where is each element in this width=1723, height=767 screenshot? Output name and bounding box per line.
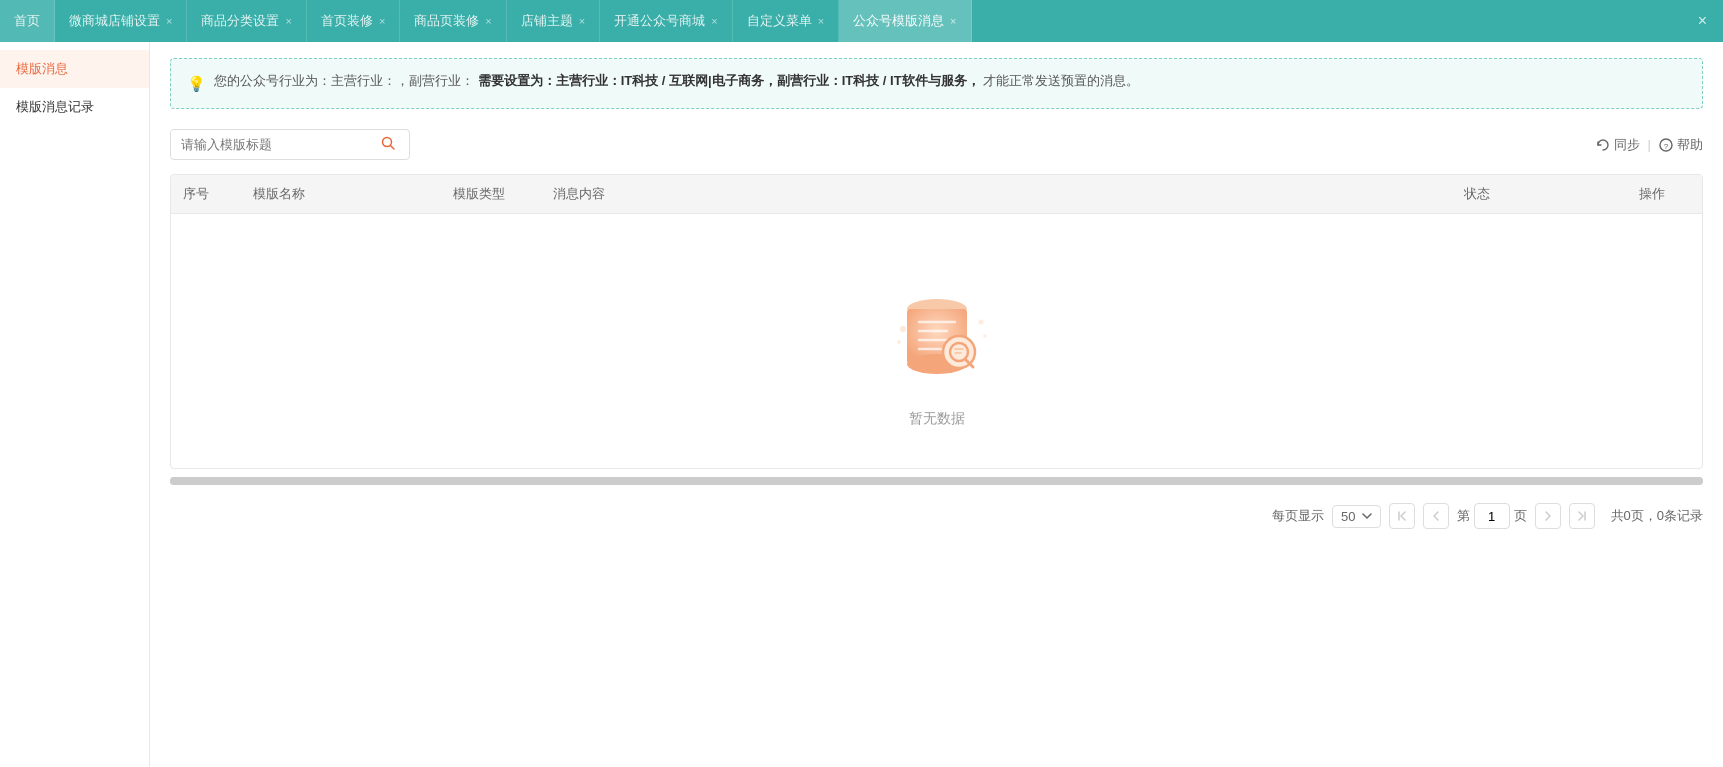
nav-tab-store-settings[interactable]: 微商城店铺设置 × xyxy=(55,0,187,42)
nav-tab-custom-menu[interactable]: 自定义菜单 × xyxy=(733,0,839,42)
help-button[interactable]: ? 帮助 xyxy=(1659,136,1703,154)
last-page-icon xyxy=(1577,511,1587,521)
th-type: 模版类型 xyxy=(441,175,541,213)
page-size-value: 50 xyxy=(1341,509,1355,524)
close-icon[interactable]: × xyxy=(950,15,956,27)
nav-tab-store-theme[interactable]: 店铺主题 × xyxy=(507,0,600,42)
top-nav: 首页 微商城店铺设置 × 商品分类设置 × 首页装修 × 商品页装修 × 店铺主… xyxy=(0,0,1723,42)
page-input-wrap: 第 页 xyxy=(1457,503,1527,529)
help-label: 帮助 xyxy=(1677,136,1703,154)
notice-text: 您的公众号行业为：主营行业：，副营行业： 需要设置为：主营行业：IT科技 / 互… xyxy=(214,71,1139,92)
th-action: 操作 xyxy=(1602,175,1702,213)
search-button[interactable] xyxy=(371,130,405,159)
nav-tab-custom-menu-label: 自定义菜单 xyxy=(747,12,812,30)
nav-tab-home-decor-label: 首页装修 xyxy=(321,12,373,30)
sync-label: 同步 xyxy=(1614,136,1640,154)
content-area: 💡 您的公众号行业为：主营行业：，副营行业： 需要设置为：主营行业：IT科技 /… xyxy=(150,42,1723,767)
prev-page-button[interactable] xyxy=(1423,503,1449,529)
nav-tab-product-decor-label: 商品页装修 xyxy=(414,12,479,30)
svg-line-1 xyxy=(391,146,395,150)
empty-state: 暂无数据 xyxy=(171,214,1702,468)
nav-tab-template-msg[interactable]: 公众号模版消息 × xyxy=(839,0,971,42)
search-actions: 同步 | ? 帮助 xyxy=(1596,136,1703,154)
sidebar-item-template-msg-records-label: 模版消息记录 xyxy=(16,99,94,114)
bulb-icon: 💡 xyxy=(187,72,206,96)
sidebar-item-template-msg-records[interactable]: 模版消息记录 xyxy=(0,88,149,126)
pagination: 每页显示 50 第 页 xyxy=(170,493,1703,533)
first-page-icon xyxy=(1397,511,1407,521)
th-status: 状态 xyxy=(1452,175,1602,213)
close-all-button[interactable]: × xyxy=(1682,12,1723,30)
notice-banner: 💡 您的公众号行业为：主营行业：，副营行业： 需要设置为：主营行业：IT科技 /… xyxy=(170,58,1703,109)
sidebar-item-template-msg-label: 模版消息 xyxy=(16,61,68,76)
empty-text: 暂无数据 xyxy=(909,410,965,428)
close-icon[interactable]: × xyxy=(379,15,385,27)
nav-tab-category-settings[interactable]: 商品分类设置 × xyxy=(187,0,306,42)
next-page-icon xyxy=(1544,511,1552,521)
close-icon[interactable]: × xyxy=(485,15,491,27)
close-icon[interactable]: × xyxy=(285,15,291,27)
nav-tab-home-label: 首页 xyxy=(14,12,40,30)
scrollbar-thumb[interactable] xyxy=(170,477,1703,485)
th-content: 消息内容 xyxy=(541,175,1452,213)
nav-tab-category-settings-label: 商品分类设置 xyxy=(201,12,279,30)
svg-point-16 xyxy=(900,326,906,332)
horizontal-scrollbar[interactable] xyxy=(170,477,1703,485)
sidebar: 模版消息 模版消息记录 xyxy=(0,42,150,767)
nav-tab-home[interactable]: 首页 xyxy=(0,0,55,42)
page-unit: 页 xyxy=(1514,507,1527,525)
svg-point-18 xyxy=(978,320,983,325)
search-row: 同步 | ? 帮助 xyxy=(170,129,1703,160)
th-seq: 序号 xyxy=(171,175,241,213)
close-icon[interactable]: × xyxy=(579,15,585,27)
last-page-button[interactable] xyxy=(1569,503,1595,529)
chevron-down-icon xyxy=(1362,512,1372,520)
nav-tab-store-theme-label: 店铺主题 xyxy=(521,12,573,30)
nav-tab-template-msg-label: 公众号模版消息 xyxy=(853,12,944,30)
nav-tab-open-public-mall-label: 开通公众号商城 xyxy=(614,12,705,30)
per-page-label: 每页显示 xyxy=(1272,507,1324,525)
prev-page-icon xyxy=(1432,511,1440,521)
notice-prefix: 您的公众号行业为：主营行业：，副营行业： xyxy=(214,73,474,88)
notice-suffix: 才能正常发送预置的消息。 xyxy=(983,73,1139,88)
divider: | xyxy=(1648,137,1651,152)
svg-point-17 xyxy=(897,340,901,344)
close-icon[interactable]: × xyxy=(818,15,824,27)
svg-text:?: ? xyxy=(1664,142,1669,151)
svg-point-19 xyxy=(983,334,987,338)
close-icon[interactable]: × xyxy=(711,15,717,27)
page-size-select[interactable]: 50 xyxy=(1332,505,1380,528)
notice-highlight: 需要设置为：主营行业：IT科技 / 互联网|电子商务，副营行业：IT科技 / I… xyxy=(478,73,980,88)
empty-illustration xyxy=(877,274,997,394)
table-header: 序号 模版名称 模版类型 消息内容 状态 操作 xyxy=(171,175,1702,214)
first-page-button[interactable] xyxy=(1389,503,1415,529)
help-icon: ? xyxy=(1659,138,1673,152)
sync-icon xyxy=(1596,138,1610,152)
page-number-input[interactable] xyxy=(1474,503,1510,529)
data-table: 序号 模版名称 模版类型 消息内容 状态 操作 xyxy=(170,174,1703,469)
search-input[interactable] xyxy=(171,131,371,158)
nav-tab-product-decor[interactable]: 商品页装修 × xyxy=(400,0,506,42)
nav-tab-home-decor[interactable]: 首页装修 × xyxy=(307,0,400,42)
page-label: 第 xyxy=(1457,507,1470,525)
search-input-wrap xyxy=(170,129,410,160)
th-name: 模版名称 xyxy=(241,175,441,213)
pagination-info: 共0页，0条记录 xyxy=(1611,507,1703,525)
nav-tab-open-public-mall[interactable]: 开通公众号商城 × xyxy=(600,0,732,42)
sync-button[interactable]: 同步 xyxy=(1596,136,1640,154)
nav-tab-store-settings-label: 微商城店铺设置 xyxy=(69,12,160,30)
sidebar-item-template-msg[interactable]: 模版消息 xyxy=(0,50,149,88)
close-icon[interactable]: × xyxy=(166,15,172,27)
next-page-button[interactable] xyxy=(1535,503,1561,529)
main-layout: 模版消息 模版消息记录 💡 您的公众号行业为：主营行业：，副营行业： 需要设置为… xyxy=(0,42,1723,767)
